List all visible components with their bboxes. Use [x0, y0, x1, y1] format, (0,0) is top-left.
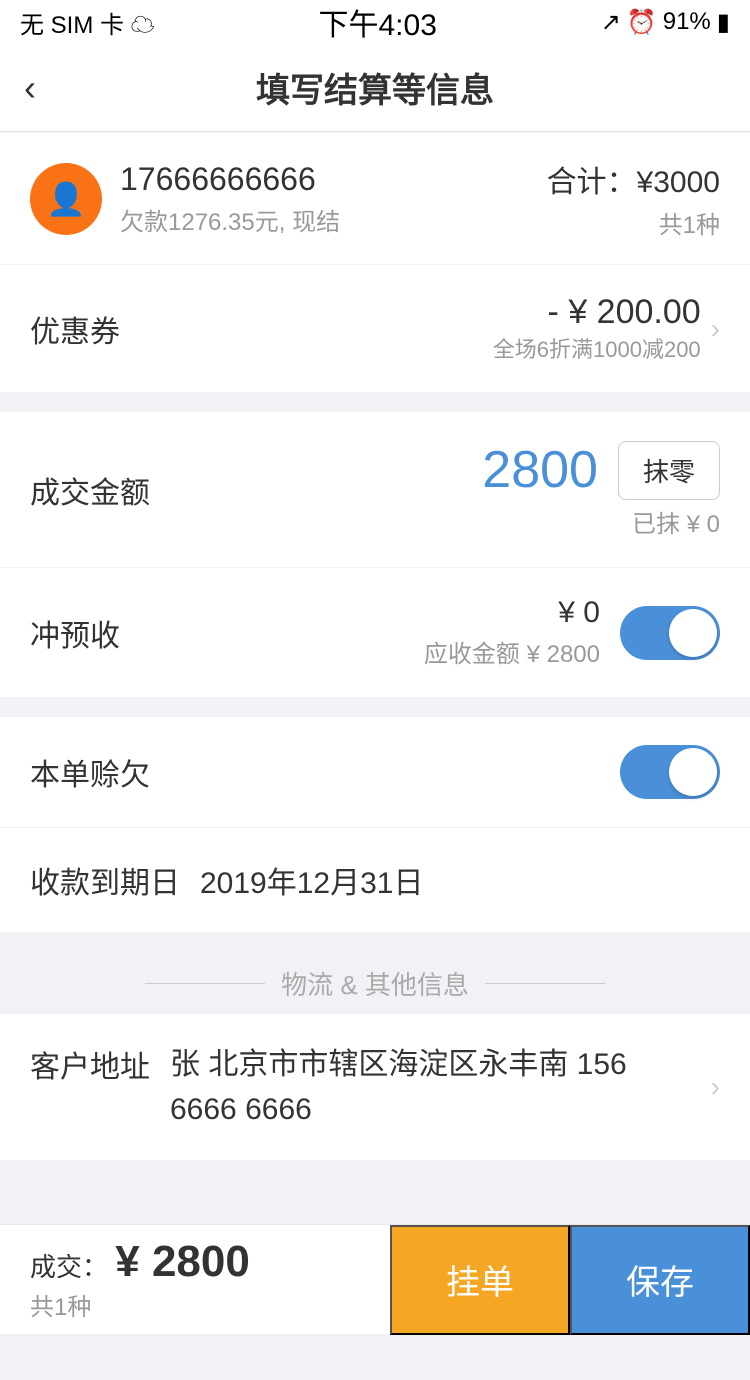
coupon-label: 优惠券: [30, 307, 120, 351]
form-section: 成交金额 2800 抹零 已抹 ¥ 0 冲预收 ¥ 0 应收金额 ¥ 2800: [0, 412, 750, 697]
avatar: 👤: [30, 163, 102, 235]
prepay-row: 冲预收 ¥ 0 应收金额 ¥ 2800: [0, 568, 750, 697]
avatar-icon: 👤: [46, 180, 86, 218]
prepay-toggle[interactable]: [620, 606, 720, 660]
customer-info: 17666666666 欠款1276.35元, 现结: [120, 161, 340, 237]
due-date-value: 2019年12月31日: [200, 858, 423, 902]
back-button[interactable]: ‹: [24, 67, 36, 109]
deal-amount-sub: 已抹 ¥ 0: [482, 504, 720, 539]
customer-debt: 欠款1276.35元, 现结: [120, 202, 340, 237]
status-right: ↗ ⏰ 91% ▮: [601, 8, 730, 37]
prepay-right-block: ¥ 0 应收金额 ¥ 2800: [424, 596, 600, 669]
logistics-divider-text: 物流 & 其他信息: [145, 965, 605, 1002]
coupon-desc: 全场6折满1000减200: [493, 332, 701, 364]
coupon-right-inner: - ¥ 200.00 全场6折满1000减200: [493, 293, 701, 364]
deal-amount-value-area: 2800 抹零: [482, 440, 720, 500]
prepay-label: 冲预收: [30, 611, 120, 655]
footer-left: 成交： ¥ 2800 共1种: [0, 1237, 390, 1322]
address-row[interactable]: 客户地址 张 北京市市辖区海淀区永丰南 156 6666 6666 ›: [0, 1014, 750, 1160]
no-sim-text: 无 SIM 卡 ☁: [20, 5, 155, 40]
nav-bar: ‹ 填写结算等信息: [0, 44, 750, 132]
credit-row: 本单赊欠: [0, 717, 750, 827]
footer-amount: ¥ 2800: [115, 1237, 250, 1286]
save-button[interactable]: 保存: [570, 1225, 750, 1335]
customer-card: 👤 17666666666 欠款1276.35元, 现结 合计：¥3000 共1…: [0, 133, 750, 264]
address-section: 客户地址 张 北京市市辖区海淀区永丰南 156 6666 6666 ›: [0, 1014, 750, 1160]
round-button[interactable]: 抹零: [618, 441, 720, 500]
deal-amount-label: 成交金额: [30, 468, 150, 512]
status-bar: 无 SIM 卡 ☁ 下午4:03 ↗ ⏰ 91% ▮: [0, 0, 750, 44]
credit-toggle-knob: [669, 748, 717, 796]
location-icon: ↗: [601, 8, 621, 37]
section-divider-1: [0, 392, 750, 412]
logistics-divider: 物流 & 其他信息: [0, 953, 750, 1013]
customer-right: 合计：¥3000 共1种: [547, 157, 720, 240]
footer: 成交： ¥ 2800 共1种 挂单 保存: [0, 1224, 750, 1334]
due-date-label: 收款到期日: [30, 858, 180, 902]
prepay-sub: 应收金额 ¥ 2800: [424, 634, 600, 669]
coupon-right: - ¥ 200.00 全场6折满1000减200 ›: [493, 293, 720, 364]
total-count: 共1种: [547, 205, 720, 240]
address-content: 张 北京市市辖区海淀区永丰南 156 6666 6666: [170, 1042, 701, 1132]
total-amount: 合计：¥3000: [547, 157, 720, 201]
deal-amount-value: 2800: [482, 440, 598, 500]
section-divider-2: [0, 697, 750, 717]
hold-button[interactable]: 挂单: [390, 1225, 570, 1335]
coupon-arrow-icon: ›: [711, 313, 720, 345]
footer-count: 共1种: [30, 1287, 360, 1322]
customer-left: 👤 17666666666 欠款1276.35元, 现结: [30, 161, 340, 237]
alarm-icon: ⏰: [627, 8, 657, 37]
credit-section: 本单赊欠: [0, 717, 750, 827]
battery-text: 91%: [663, 8, 711, 36]
customer-phone: 17666666666: [120, 161, 340, 198]
credit-label: 本单赊欠: [30, 750, 150, 794]
address-arrow-icon: ›: [711, 1071, 720, 1103]
due-date-row: 收款到期日 2019年12月31日: [0, 828, 750, 932]
status-time: 下午4:03: [319, 0, 437, 44]
toggle-knob: [669, 609, 717, 657]
due-date-section: 收款到期日 2019年12月31日: [0, 828, 750, 932]
status-left: 无 SIM 卡 ☁: [20, 5, 155, 40]
credit-toggle[interactable]: [620, 745, 720, 799]
page-title: 填写结算等信息: [256, 63, 494, 112]
section-divider-3: [0, 932, 750, 952]
footer-deal-text: 成交：: [30, 1252, 108, 1282]
coupon-row[interactable]: 优惠券 - ¥ 200.00 全场6折满1000减200 ›: [0, 265, 750, 392]
prepay-amount: ¥ 0: [424, 596, 600, 630]
battery-icon: ▮: [717, 8, 730, 37]
coupon-discount: - ¥ 200.00: [493, 293, 701, 332]
footer-deal-label: 成交： ¥ 2800: [30, 1237, 360, 1287]
address-label: 客户地址: [30, 1042, 150, 1086]
deal-amount-row: 成交金额 2800 抹零 已抹 ¥ 0: [0, 412, 750, 568]
